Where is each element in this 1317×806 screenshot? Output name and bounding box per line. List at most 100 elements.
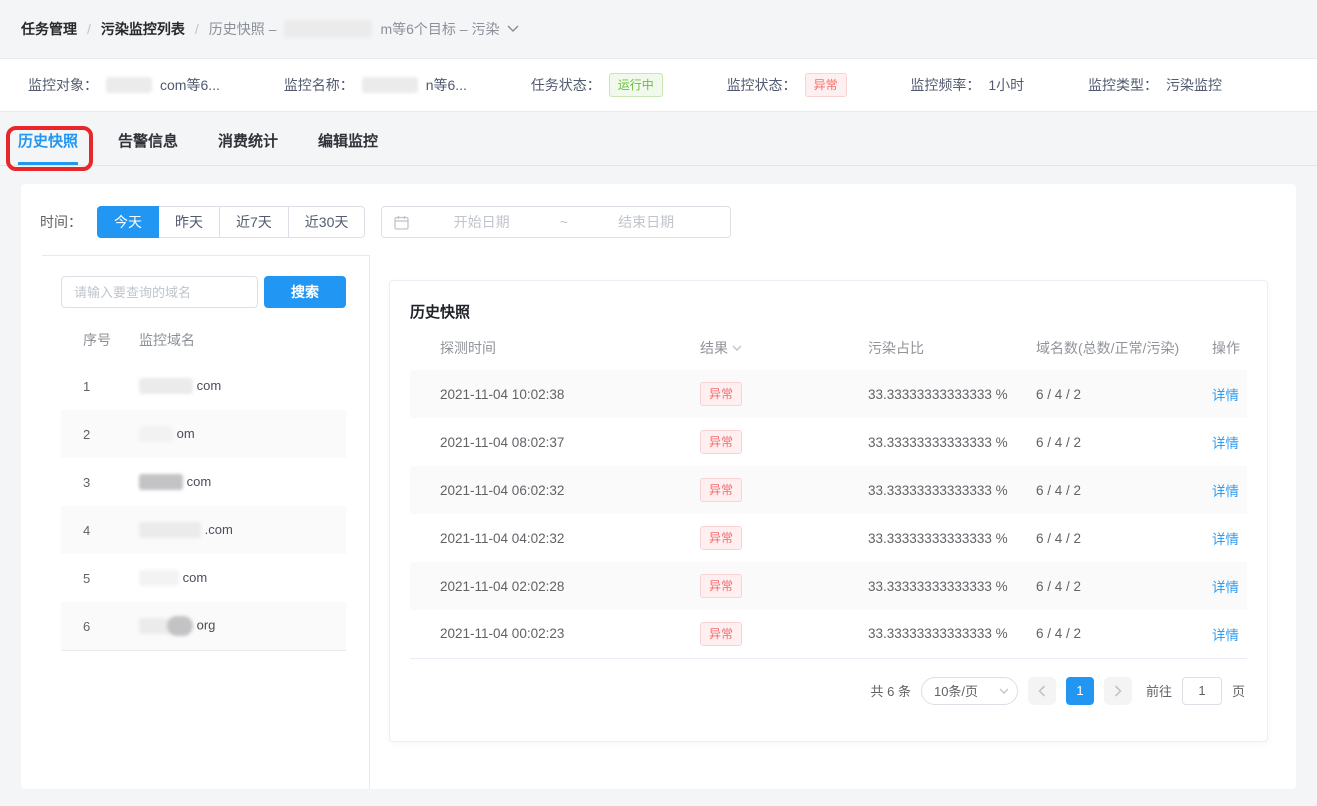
content-area: 时间： 今天 昨天 近7天 近30天 开始日期 ~ 结束日期 请输入要查询的域名…: [0, 166, 1317, 789]
page-number-current[interactable]: 1: [1065, 676, 1094, 705]
domain-list-header: 序号 监控域名: [61, 318, 346, 362]
info-label: 任务状态：: [530, 77, 601, 93]
info-label: 监控类型：: [1087, 77, 1158, 93]
redacted-text: [284, 20, 373, 38]
info-monitor-type: 监控类型： 污染监控: [1088, 75, 1222, 95]
breadcrumb-current-suffix: m等6个目标 – 污染: [380, 21, 500, 37]
domain-search-input[interactable]: [61, 276, 258, 308]
domain-counts: 6 / 4 / 2: [1036, 530, 1082, 546]
info-label: 监控频率：: [910, 77, 981, 93]
domain-list-item[interactable]: 3 com: [61, 458, 346, 506]
detect-time: 2021-11-04 06:02:32: [440, 482, 565, 498]
detail-link[interactable]: 详情: [1212, 580, 1239, 595]
snapshot-row: 2021-11-04 02:02:28 异常 33.33333333333333…: [410, 562, 1247, 610]
select-chevron-down-icon: [999, 688, 1009, 694]
domain-search-row: 搜索: [61, 276, 369, 308]
redacted-text: [139, 570, 179, 587]
detect-time: 2021-11-04 00:02:23: [440, 626, 565, 642]
lower-split: 搜索 序号 监控域名 1 com 2: [21, 255, 1296, 789]
quick-range-button-group: 今天 昨天 近7天 近30天: [97, 206, 366, 238]
quick-range-today[interactable]: 今天: [97, 206, 159, 238]
detail-link[interactable]: 详情: [1212, 628, 1239, 643]
quick-range-yesterday[interactable]: 昨天: [159, 206, 220, 238]
page-size-select[interactable]: 10条/页: [920, 676, 1018, 705]
info-value: 污染监控: [1165, 77, 1222, 93]
detail-link[interactable]: 详情: [1212, 388, 1239, 403]
info-label: 监控状态：: [726, 77, 797, 93]
detect-time: 2021-11-04 10:02:38: [440, 386, 565, 402]
pagination: 共 6 条 10条/页 1 前往 1 页: [410, 659, 1247, 705]
domain-name: com: [139, 570, 207, 587]
column-header-pollution-ratio: 污染占比: [868, 340, 924, 356]
snapshot-row: 2021-11-04 10:02:38 异常 33.33333333333333…: [410, 370, 1247, 418]
goto-page-input[interactable]: [1181, 676, 1222, 705]
result-badge: 异常: [700, 574, 743, 598]
search-button[interactable]: 搜索: [264, 276, 346, 308]
end-date-placeholder: 结束日期: [618, 214, 675, 230]
breadcrumb-item-pollution-list[interactable]: 污染监控列表: [101, 19, 185, 39]
prev-page-button[interactable]: [1027, 676, 1056, 705]
info-value: 1小时: [988, 77, 1025, 93]
column-header-result[interactable]: 结果: [700, 326, 868, 370]
tab-bar: 历史快照 告警信息 消费统计 编辑监控: [0, 112, 1317, 171]
quick-range-7days[interactable]: 近7天: [220, 206, 289, 238]
tab-consumption-stats[interactable]: 消费统计: [218, 130, 278, 165]
domain-index: 4: [83, 522, 91, 538]
chevron-down-icon[interactable]: [507, 25, 520, 33]
info-monitor-frequency: 监控频率： 1小时: [910, 75, 1024, 95]
pollution-ratio: 33.33333333333333 %: [868, 386, 1008, 402]
domain-list-item[interactable]: 1 com: [61, 362, 346, 410]
domain-list-panel: 搜索 序号 监控域名 1 com 2: [42, 255, 370, 789]
tab-history-snapshot[interactable]: 历史快照: [18, 130, 79, 165]
breadcrumb-item-task-management[interactable]: 任务管理: [21, 19, 77, 39]
domain-counts: 6 / 4 / 2: [1036, 578, 1082, 594]
domain-counts: 6 / 4 / 2: [1036, 626, 1082, 642]
domain-list-item[interactable]: 2 om: [61, 410, 346, 458]
pollution-ratio: 33.33333333333333 %: [868, 482, 1008, 498]
tab-edit-monitor[interactable]: 编辑监控: [318, 130, 378, 165]
detail-link[interactable]: 详情: [1212, 436, 1239, 451]
quick-range-30days[interactable]: 近30天: [288, 206, 366, 238]
domain-name: com: [139, 474, 211, 491]
domain-list: 序号 监控域名 1 com 2 om 3 com 4 .com 5 com 6 …: [61, 318, 346, 651]
tab-alert-info[interactable]: 告警信息: [118, 130, 178, 165]
info-value: n等6...: [425, 77, 467, 93]
time-filter-row: 时间： 今天 昨天 近7天 近30天 开始日期 ~ 结束日期: [21, 184, 1296, 255]
pollution-ratio: 33.33333333333333 %: [868, 578, 1008, 594]
info-label: 监控名称：: [283, 77, 354, 93]
pollution-ratio: 33.33333333333333 %: [868, 434, 1008, 450]
detail-link[interactable]: 详情: [1212, 532, 1239, 547]
result-badge: 异常: [700, 526, 743, 550]
snapshot-row: 2021-11-04 04:02:32 异常 33.33333333333333…: [410, 514, 1247, 562]
main-card: 时间： 今天 昨天 近7天 近30天 开始日期 ~ 结束日期 请输入要查询的域名…: [21, 184, 1296, 789]
domain-list-item[interactable]: 5 com: [61, 554, 346, 602]
result-badge: 异常: [700, 478, 743, 502]
pollution-ratio: 33.33333333333333 %: [868, 626, 1008, 642]
domain-name: om: [139, 426, 195, 443]
detail-link[interactable]: 详情: [1212, 484, 1239, 499]
column-header-domain-counts: 域名数(总数/正常/污染): [1036, 340, 1180, 356]
next-page-button[interactable]: [1103, 676, 1132, 705]
snapshot-table-header: 探测时间 结果 污染占比 域名数(总数/正常/污染) 操作: [410, 326, 1247, 370]
filter-chevron-down-icon[interactable]: [732, 345, 742, 351]
snapshot-panel: 历史快照 探测时间 结果 污染占比 域名数(总数/正常/污染) 操作 2021-…: [389, 280, 1268, 742]
domain-index: 1: [83, 378, 91, 394]
redacted-text: [139, 426, 173, 443]
calendar-icon: [394, 215, 410, 230]
domain-counts: 6 / 4 / 2: [1036, 482, 1082, 498]
info-monitor-status: 监控状态： 异常: [727, 73, 847, 97]
redacted-text: [139, 474, 183, 491]
redacted-text: [361, 77, 418, 93]
breadcrumb-separator: /: [87, 21, 91, 37]
domain-list-item[interactable]: 6 org: [61, 602, 346, 650]
date-range-separator: ~: [559, 214, 568, 230]
breadcrumb-separator: /: [194, 21, 199, 37]
domain-list-item[interactable]: 4 .com: [61, 506, 346, 554]
snapshot-panel-title: 历史快照: [410, 304, 471, 321]
result-badge: 异常: [700, 621, 743, 646]
monitor-info-bar: 监控对象： com等6... 监控名称： n等6... 任务状态： 运行中 监控…: [0, 58, 1317, 112]
breadcrumb-current[interactable]: 历史快照 – m等6个目标 – 污染: [209, 19, 520, 39]
date-range-picker[interactable]: 开始日期 ~ 结束日期: [381, 206, 732, 238]
column-header-action: 操作: [1212, 340, 1240, 356]
info-value: com等6...: [160, 77, 220, 93]
